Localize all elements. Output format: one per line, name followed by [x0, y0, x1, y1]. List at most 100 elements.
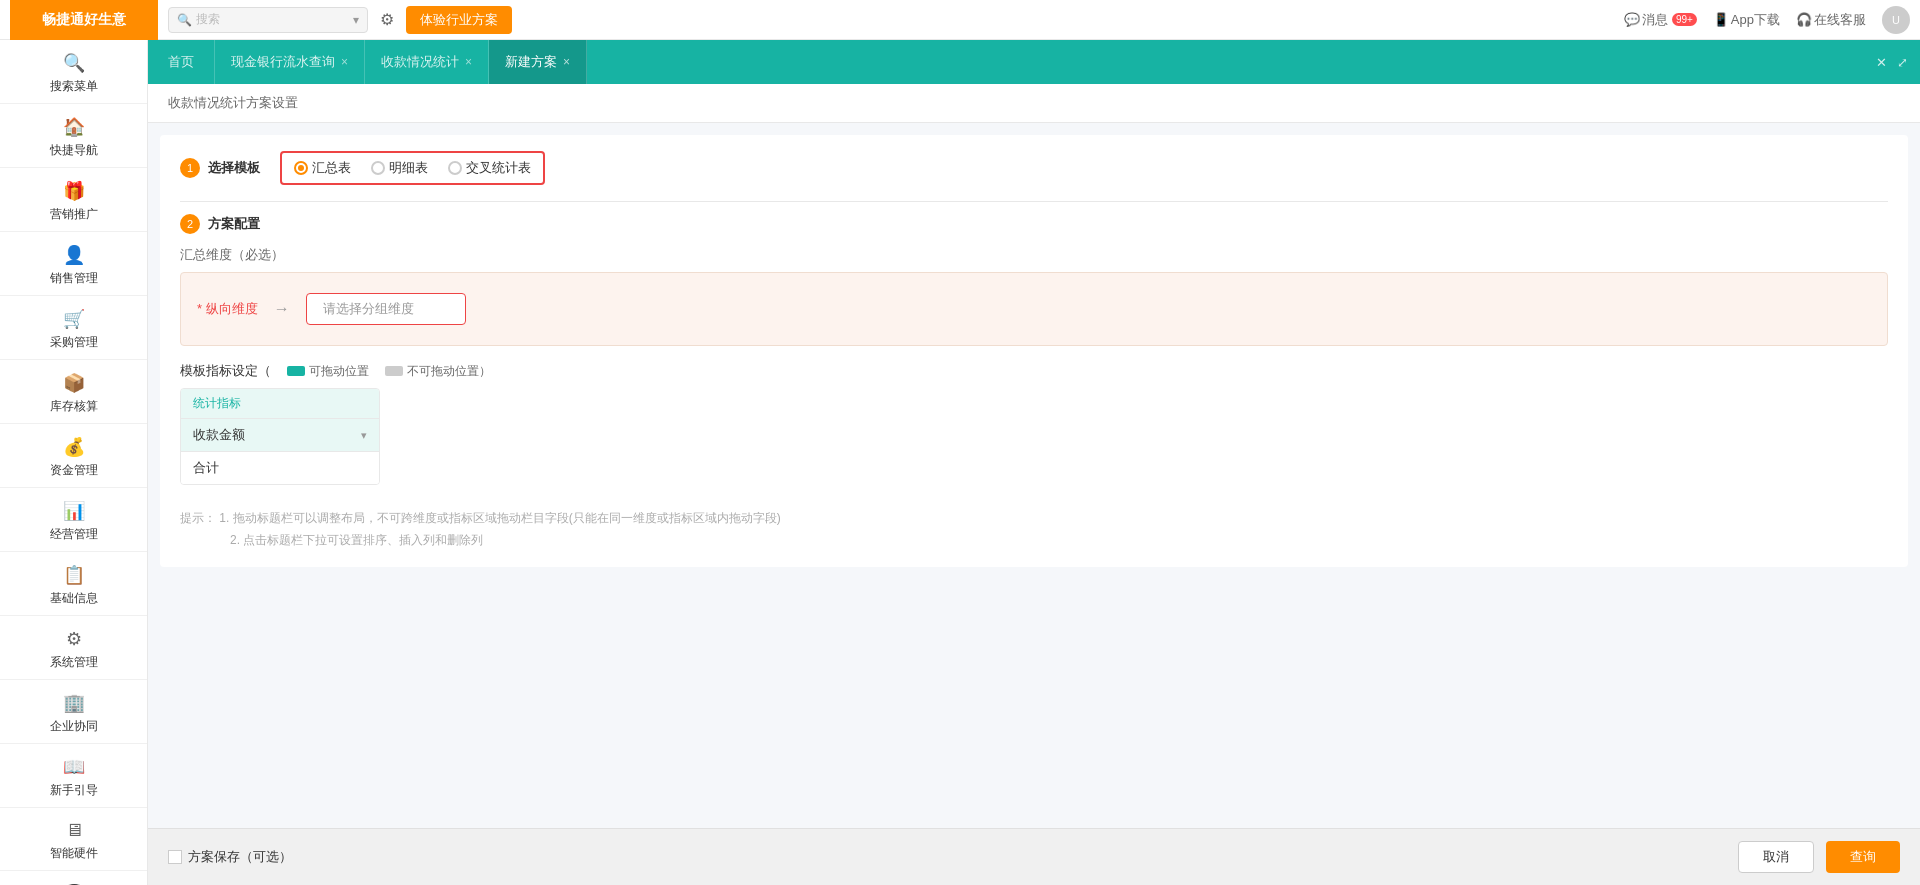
sidebar-label-finance: 资金管理 [50, 462, 98, 479]
tab-new-plan-close[interactable]: × [563, 55, 570, 69]
sidebar-label-search-menu: 搜索菜单 [50, 78, 98, 95]
header-search-bar[interactable]: 🔍 搜索 ▾ [168, 7, 368, 33]
indicator-settings: 模板指标设定（ 可拖动位置 不可拖动位置） 统计指标 [180, 362, 1888, 488]
tab-home[interactable]: 首页 [148, 40, 215, 84]
sidebar-label-hardware: 智能硬件 [50, 845, 98, 862]
sidebar-item-guide[interactable]: 📖 新手引导 [0, 744, 147, 808]
sidebar-item-operations[interactable]: 📊 经营管理 [0, 488, 147, 552]
basic-info-icon: 📋 [63, 564, 85, 586]
sales-icon: 👤 [63, 244, 85, 266]
drag-icon [287, 366, 305, 376]
radio-summary[interactable]: 汇总表 [294, 159, 351, 177]
dimension-area: * 纵向维度 → 请选择分组维度 [180, 272, 1888, 346]
indicator-cell-amount[interactable]: 收款金额 ▾ [181, 419, 379, 452]
dim-select-box[interactable]: 请选择分组维度 [306, 293, 466, 325]
search-placeholder: 搜索 [196, 11, 220, 28]
step2-badge: 2 [180, 214, 200, 234]
page-breadcrumb: 收款情况统计方案设置 [148, 84, 1920, 123]
indicator-settings-label: 模板指标设定（ [180, 362, 271, 380]
content-area: 首页 现金银行流水查询 × 收款情况统计 × 新建方案 × ✕ ⤢ 收 [148, 40, 1920, 885]
no-drag-icon [385, 366, 403, 376]
sidebar: 🔍 搜索菜单 🏠 快捷导航 🎁 营销推广 👤 销售管理 🛒 采购管理 📦 库存核… [0, 40, 148, 885]
tab-minimize-icon[interactable]: ✕ [1876, 55, 1887, 70]
enterprise-icon: 🏢 [63, 692, 85, 714]
dropdown-icon: ▾ [353, 13, 359, 27]
sidebar-item-enterprise[interactable]: 🏢 企业协同 [0, 680, 147, 744]
dimension-label-text: 汇总维度（必选） [180, 247, 284, 262]
tab-cashflow-close[interactable]: × [341, 55, 348, 69]
template-radio-group: 汇总表 明细表 交叉统计表 [280, 151, 545, 185]
radio-detail[interactable]: 明细表 [371, 159, 428, 177]
sidebar-label-quick-nav: 快捷导航 [50, 142, 98, 159]
sidebar-item-hardware[interactable]: 🖥 智能硬件 [0, 808, 147, 871]
vertical-dim-label: * 纵向维度 [197, 300, 258, 318]
tab-receipt-stats-close[interactable]: × [465, 55, 472, 69]
breadcrumb-text: 收款情况统计方案设置 [168, 95, 298, 110]
sidebar-item-basic-info[interactable]: 📋 基础信息 [0, 552, 147, 616]
sidebar-label-purchase: 采购管理 [50, 334, 98, 351]
step2-row: 2 方案配置 [180, 214, 1888, 234]
save-checkbox-label: 方案保存（可选） [188, 848, 292, 866]
tab-cashflow[interactable]: 现金银行流水查询 × [215, 40, 365, 84]
finance-icon: 💰 [63, 436, 85, 458]
section-divider [180, 201, 1888, 202]
industry-btn[interactable]: 体验行业方案 [406, 6, 512, 34]
sidebar-label-system: 系统管理 [50, 654, 98, 671]
indicator-header-row: 模板指标设定（ 可拖动位置 不可拖动位置） [180, 362, 1888, 380]
radio-cross[interactable]: 交叉统计表 [448, 159, 531, 177]
support-area[interactable]: 🎧 在线客服 [1796, 11, 1866, 29]
operations-icon: 📊 [63, 500, 85, 522]
radio-cross-circle [448, 161, 462, 175]
sidebar-item-purchase[interactable]: 🛒 采购管理 [0, 296, 147, 360]
tab-receipt-stats[interactable]: 收款情况统计 × [365, 40, 489, 84]
sidebar-item-quick-nav[interactable]: 🏠 快捷导航 [0, 104, 147, 168]
radio-detail-circle [371, 161, 385, 175]
support-label: 在线客服 [1814, 11, 1866, 29]
tab-cashflow-label: 现金银行流水查询 [231, 53, 335, 71]
guide-icon: 📖 [63, 756, 85, 778]
gear-button[interactable]: ⚙ [380, 10, 394, 29]
radio-detail-label: 明细表 [389, 159, 428, 177]
sidebar-item-sales[interactable]: 👤 销售管理 [0, 232, 147, 296]
indicator-total-label: 合计 [193, 460, 219, 475]
cancel-button[interactable]: 取消 [1738, 841, 1814, 873]
page-content: 收款情况统计方案设置 1 选择模板 汇总表 [148, 84, 1920, 828]
draggable-badge: 可拖动位置 [287, 363, 369, 380]
download-area[interactable]: 📱 App下载 [1713, 11, 1780, 29]
download-icon: 📱 [1713, 12, 1729, 27]
sidebar-item-search-menu[interactable]: 🔍 搜索菜单 [0, 40, 147, 104]
step1-row: 1 选择模板 汇总表 明细表 交 [180, 151, 1888, 185]
inventory-icon: 📦 [63, 372, 85, 394]
indicator-group-label: 统计指标 [181, 389, 379, 419]
indicator-table: 统计指标 收款金额 ▾ 合计 [180, 388, 380, 485]
indicator-group-text: 统计指标 [193, 396, 241, 410]
tab-new-plan[interactable]: 新建方案 × [489, 40, 587, 84]
query-button[interactable]: 查询 [1826, 841, 1900, 873]
sidebar-item-system[interactable]: ⚙ 系统管理 [0, 616, 147, 680]
non-draggable-text: 不可拖动位置） [407, 363, 491, 380]
sidebar-item-marketing[interactable]: 🎁 营销推广 [0, 168, 147, 232]
notification-area[interactable]: 💬 消息 99+ [1624, 11, 1697, 29]
sidebar-item-finance[interactable]: 💰 资金管理 [0, 424, 147, 488]
sidebar-label-marketing: 营销推广 [50, 206, 98, 223]
save-checkbox[interactable] [168, 850, 182, 864]
notification-label: 消息 [1642, 11, 1668, 29]
notification-badge: 99+ [1672, 13, 1697, 26]
sidebar-item-inventory[interactable]: 📦 库存核算 [0, 360, 147, 424]
tab-new-plan-label: 新建方案 [505, 53, 557, 71]
indicator-total-row: 合计 [181, 452, 379, 484]
dimension-row: * 纵向维度 → 请选择分组维度 [197, 293, 1871, 325]
sidebar-item-wechat[interactable]: 💬 企业微信 [0, 871, 147, 885]
tab-bar-right: ✕ ⤢ [1864, 40, 1920, 84]
marketing-icon: 🎁 [63, 180, 85, 202]
tab-receipt-stats-label: 收款情况统计 [381, 53, 459, 71]
logo: 畅捷通好生意 [10, 0, 158, 40]
tips-section: 提示： 1. 拖动标题栏可以调整布局，不可跨维度或指标区域拖动栏目字段(只能在同… [180, 508, 1888, 551]
search-menu-icon: 🔍 [63, 52, 85, 74]
tip-line-1: 提示： 1. 拖动标题栏可以调整布局，不可跨维度或指标区域拖动栏目字段(只能在同… [180, 508, 1888, 530]
tab-maximize-icon[interactable]: ⤢ [1897, 55, 1908, 70]
radio-summary-label: 汇总表 [312, 159, 351, 177]
tip-line-2: 2. 点击标题栏下拉可设置排序、插入列和删除列 [180, 530, 1888, 552]
user-avatar[interactable]: U [1882, 6, 1910, 34]
save-option[interactable]: 方案保存（可选） [168, 848, 292, 866]
